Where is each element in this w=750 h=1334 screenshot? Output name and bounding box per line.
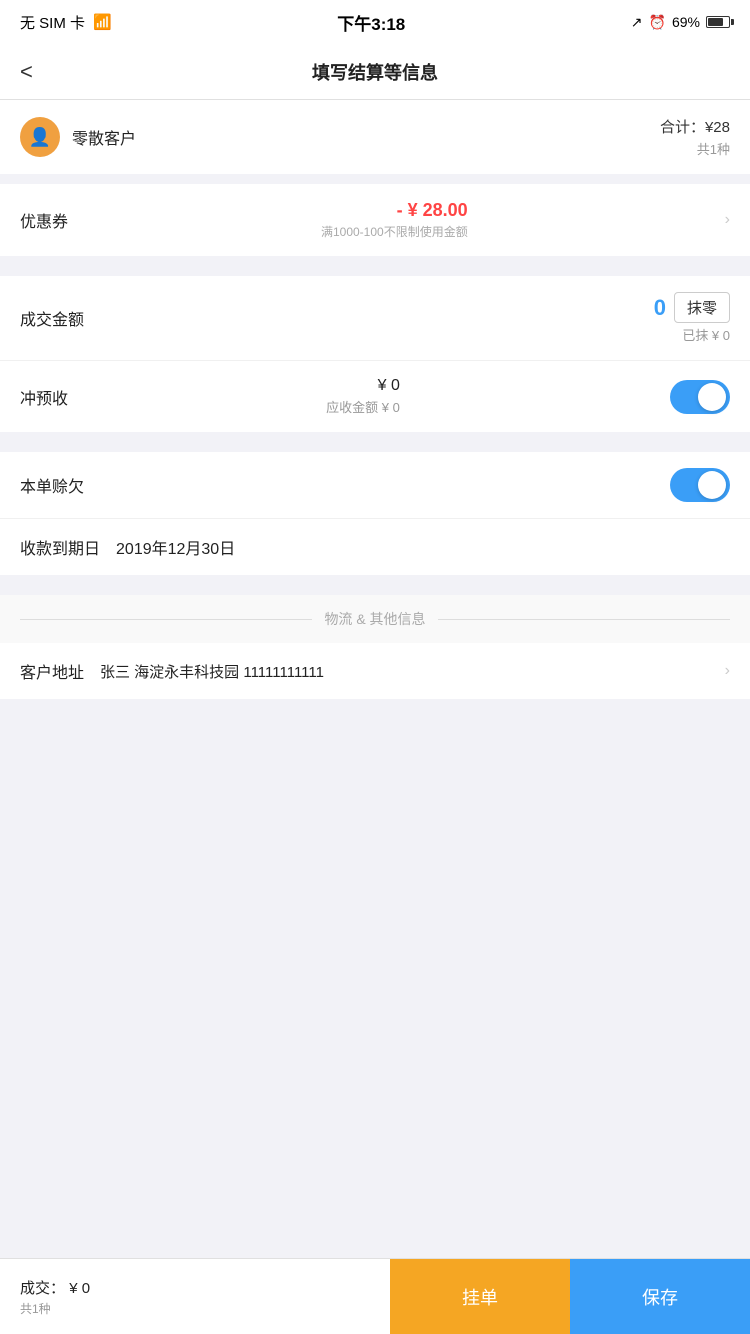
toggle-knob — [698, 383, 726, 411]
customer-left: 👤 零散客户 — [20, 117, 136, 157]
coupon-chevron-icon: › — [725, 211, 730, 229]
bottom-bar: 成交： ¥ 0 共1种 挂单 保存 — [0, 1258, 750, 1334]
debt-toggle[interactable] — [670, 468, 730, 502]
prepaid-sub: 应收金额 ¥ 0 — [326, 397, 400, 416]
customer-card: 👤 零散客户 合计：¥28 共1种 — [0, 100, 750, 174]
divider-3 — [0, 585, 750, 595]
prepaid-toggle[interactable] — [670, 380, 730, 414]
address-row[interactable]: 客户地址 张三 海淀永丰科技园 11111111111 › — [0, 643, 750, 699]
back-button[interactable]: < — [20, 59, 33, 85]
prepaid-right: ¥ 0 应收金额 ¥ 0 — [326, 377, 400, 416]
customer-row: 👤 零散客户 合计：¥28 共1种 — [0, 100, 750, 174]
logistics-line-left — [20, 619, 312, 620]
bottom-deal: 成交： ¥ 0 — [20, 1277, 370, 1298]
logistics-line-right — [438, 619, 730, 620]
wifi-icon: 📶 — [93, 13, 112, 31]
status-time: 下午3:18 — [337, 10, 405, 35]
total-count: 共1种 — [660, 139, 730, 158]
debt-label: 本单赊欠 — [20, 473, 84, 497]
address-value: 张三 海淀永丰科技园 11111111111 — [100, 661, 705, 682]
coupon-label: 优惠券 — [20, 208, 68, 232]
due-date-value: 2019年12月30日 — [116, 535, 235, 559]
coupon-sub: 满1000-100不限制使用金额 — [321, 223, 468, 240]
amount-input[interactable] — [586, 295, 666, 321]
status-left: 无 SIM 卡 📶 — [20, 12, 112, 33]
hang-button[interactable]: 挂单 — [390, 1259, 570, 1334]
battery-icon — [706, 16, 730, 28]
location-icon: ↗ — [631, 14, 643, 31]
battery-percent: 69% — [672, 14, 700, 30]
save-label: 保存 — [642, 1284, 678, 1310]
address-chevron-icon: › — [725, 662, 730, 680]
divider-1 — [0, 266, 750, 276]
prepaid-row: 冲预收 ¥ 0 应收金额 ¥ 0 — [0, 361, 750, 432]
address-label: 客户地址 — [20, 659, 84, 683]
alarm-icon: ⏰ — [649, 14, 666, 31]
coupon-right: - ¥ 28.00 满1000-100不限制使用金额 — [321, 200, 468, 240]
status-right: ↗ ⏰ 69% — [631, 14, 730, 31]
bottom-info: 成交： ¥ 0 共1种 — [0, 1277, 390, 1317]
customer-name: 零散客户 — [72, 125, 136, 149]
amount-label: 成交金额 — [20, 306, 84, 330]
content: 👤 零散客户 合计：¥28 共1种 优惠券 - ¥ 28.00 满1000-10… — [0, 100, 750, 789]
hang-label: 挂单 — [462, 1284, 498, 1310]
deal-amount: ¥ 0 — [69, 1280, 90, 1297]
coupon-row[interactable]: 优惠券 - ¥ 28.00 满1000-100不限制使用金额 › — [0, 184, 750, 256]
logistics-title: 物流 & 其他信息 — [324, 609, 425, 629]
prepaid-label: 冲预收 — [20, 385, 68, 409]
debt-card: 本单赊欠 收款到期日 2019年12月30日 — [0, 452, 750, 575]
amount-value-wrap: 抹零 — [586, 292, 730, 323]
avatar: 👤 — [20, 117, 60, 157]
status-bar: 无 SIM 卡 📶 下午3:18 ↗ ⏰ 69% — [0, 0, 750, 44]
nav-bar: < 填写结算等信息 — [0, 44, 750, 100]
save-button[interactable]: 保存 — [570, 1259, 750, 1334]
deal-label: 成交： — [20, 1280, 65, 1297]
coupon-card[interactable]: 优惠券 - ¥ 28.00 满1000-100不限制使用金额 › — [0, 184, 750, 256]
due-date-row: 收款到期日 2019年12月30日 — [0, 519, 750, 575]
avatar-icon: 👤 — [29, 127, 51, 148]
logistics-header: 物流 & 其他信息 — [0, 595, 750, 643]
debt-toggle-knob — [698, 471, 726, 499]
due-date-label: 收款到期日 — [20, 535, 100, 559]
coupon-value: - ¥ 28.00 — [321, 200, 468, 221]
page-title: 填写结算等信息 — [312, 59, 438, 85]
amount-right: 抹零 已抹 ¥ 0 — [586, 292, 730, 344]
total-amount: 合计：¥28 — [660, 116, 730, 137]
amount-card: 成交金额 抹零 已抹 ¥ 0 冲预收 ¥ 0 应收金额 ¥ 0 — [0, 276, 750, 432]
debt-row: 本单赊欠 — [0, 452, 750, 519]
divider-2 — [0, 442, 750, 452]
address-card[interactable]: 客户地址 张三 海淀永丰科技园 11111111111 › — [0, 643, 750, 699]
amount-row: 成交金额 抹零 已抹 ¥ 0 — [0, 276, 750, 361]
bottom-count: 共1种 — [20, 1300, 370, 1317]
customer-right: 合计：¥28 共1种 — [660, 116, 730, 158]
prepaid-value: ¥ 0 — [326, 377, 400, 395]
amount-sub: 已抹 ¥ 0 — [586, 325, 730, 344]
carrier-label: 无 SIM 卡 — [20, 12, 85, 33]
round-zero-button[interactable]: 抹零 — [674, 292, 730, 323]
